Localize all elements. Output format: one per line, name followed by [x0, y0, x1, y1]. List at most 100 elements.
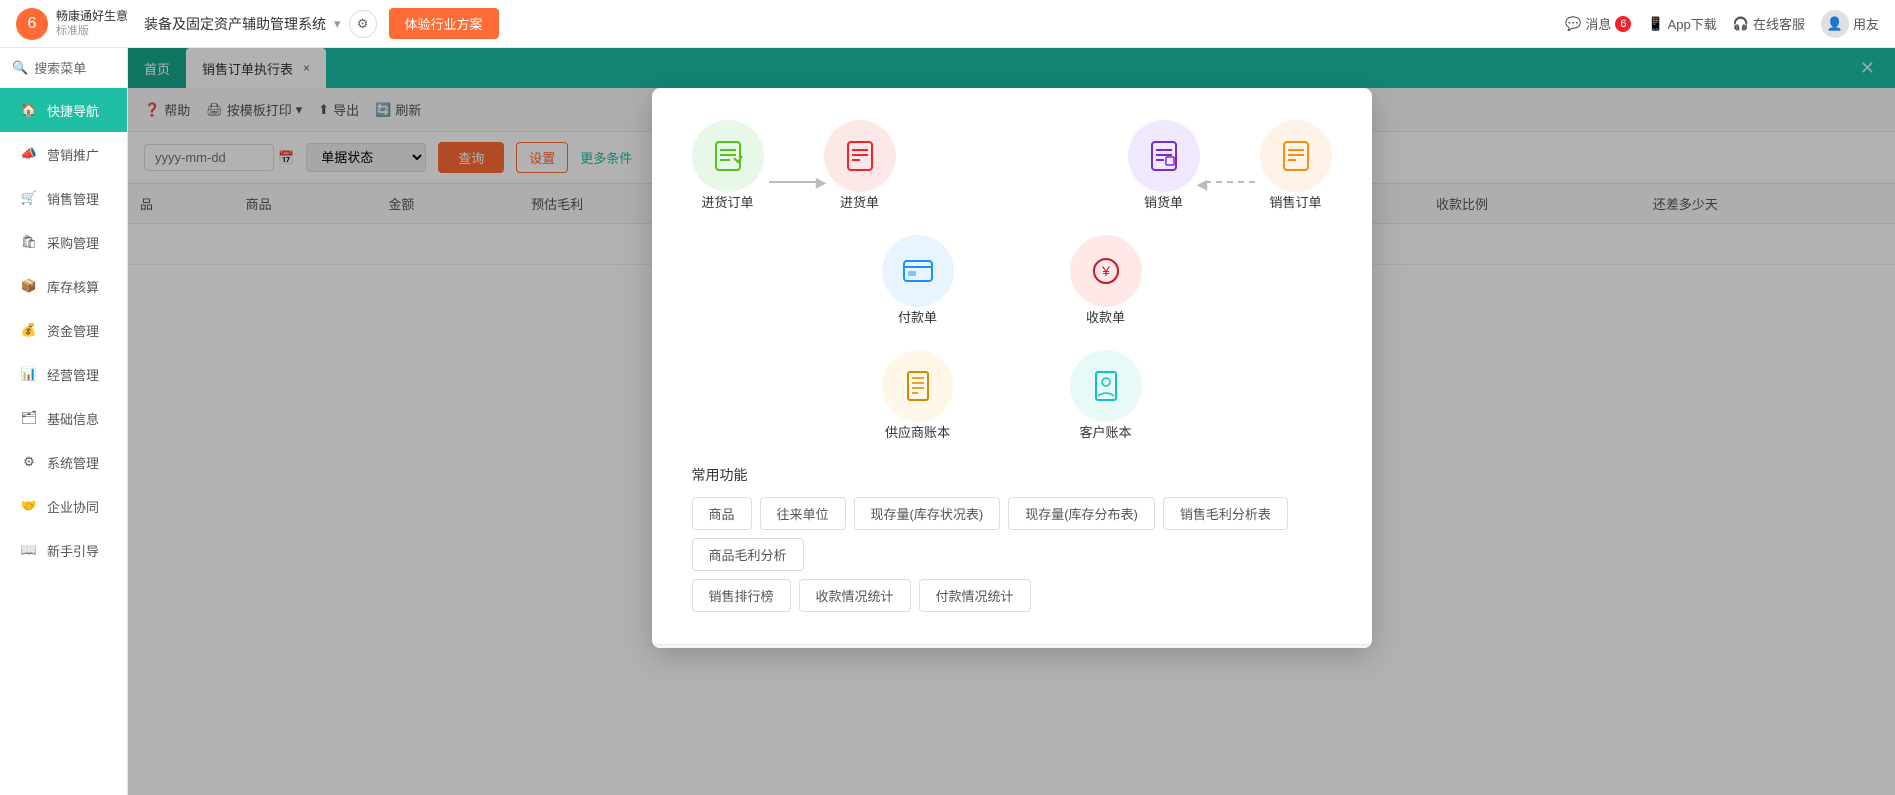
- logo-text: 畅康通好生意 标准版: [56, 9, 128, 39]
- btn-receipt-stat[interactable]: 收款情况统计: [799, 579, 911, 612]
- spacer-3-0: [692, 350, 822, 441]
- top-bar: 6 畅康通好生意 标准版 装备及固定资产辅助管理系统 ▾ ⚙ 体验行业方案 💬 …: [0, 0, 1895, 48]
- sales-bill-icon[interactable]: [1128, 120, 1200, 192]
- sidebar-search[interactable]: 🔍 搜索菜单: [0, 48, 127, 88]
- btn-goods[interactable]: 商品: [692, 497, 752, 530]
- btn-goods-profit[interactable]: 商品毛利分析: [692, 538, 804, 571]
- app-download-item[interactable]: 📱 App下载: [1647, 14, 1716, 33]
- modal-content: 进货订单 ▶: [652, 88, 1372, 644]
- spacer-2-arrow2: [1142, 235, 1202, 326]
- flow-section: 进货订单 ▶: [692, 120, 1332, 441]
- spacer-3-end: [1202, 350, 1332, 441]
- receipt-bill-label: 收款单: [1086, 307, 1125, 326]
- arrow-purchase: ▶: [764, 181, 824, 211]
- main-area: 🔍 搜索菜单 🏠 快捷导航 📣 营销推广 🛒 销售管理 🛍 采购管理 📦: [0, 48, 1895, 795]
- app-container: 6 畅康通好生意 标准版 装备及固定资产辅助管理系统 ▾ ⚙ 体验行业方案 💬 …: [0, 0, 1895, 795]
- customer-ledger-label: 客户账本: [1079, 422, 1131, 441]
- btn-payment-stat[interactable]: 付款情况统计: [919, 579, 1031, 612]
- btn-sales-profit[interactable]: 销售毛利分析表: [1163, 497, 1288, 530]
- purchase-order-label: 进货订单: [701, 192, 753, 211]
- avatar: 👤: [1821, 10, 1849, 38]
- supplier-ledger-node: 供应商账本: [882, 350, 954, 441]
- system-title: 装备及固定资产辅助管理系统: [144, 14, 326, 34]
- purchase-bill-node: 进货单: [824, 120, 896, 211]
- home-icon: 🏠: [19, 100, 39, 120]
- logo-area: 6 畅康通好生意 标准版: [16, 8, 128, 40]
- btn-partners[interactable]: 往来单位: [760, 497, 846, 530]
- message-item[interactable]: 💬 消息 6: [1565, 14, 1631, 33]
- message-icon: 💬: [1565, 16, 1581, 32]
- scroll-right-arrow[interactable]: ▶: [1354, 648, 1363, 649]
- common-buttons-row-1: 商品 往来单位 现存量(库存状况表) 现存量(库存分布表) 销售毛利分析表 商品…: [692, 497, 1332, 571]
- search-icon: 🔍: [12, 60, 28, 76]
- sidebar-item-basic-info[interactable]: 🗂 基础信息: [0, 396, 127, 440]
- btn-stock-dist[interactable]: 现存量(库存分布表): [1008, 497, 1155, 530]
- sales-icon: 🛒: [19, 188, 39, 208]
- trial-button[interactable]: 体验行业方案: [389, 8, 499, 39]
- top-bar-right: 💬 消息 6 📱 App下载 🎧 在线客服 👤 用友: [1565, 10, 1879, 38]
- marketing-icon: 📣: [19, 144, 39, 164]
- customer-ledger-node: 客户账本: [1070, 350, 1142, 441]
- phone-icon: 📱: [1647, 16, 1663, 32]
- sales-order-label: 销售订单: [1269, 192, 1321, 211]
- spacer-2-end: [1202, 235, 1332, 326]
- sidebar-item-corp-collab[interactable]: 🤝 企业协同: [0, 484, 127, 528]
- common-section: 常用功能 商品 往来单位 现存量(库存状况表) 现存量(库存分布表) 销售毛利分…: [692, 465, 1332, 612]
- sales-bill-label: 销货单: [1144, 192, 1183, 211]
- purchase-order-icon[interactable]: [692, 120, 764, 192]
- supplier-ledger-icon[interactable]: [882, 350, 954, 422]
- arrow-sales: ◀: [1200, 181, 1260, 211]
- flow-row-3: 供应商账本 客户账本: [692, 350, 1332, 441]
- sales-order-icon[interactable]: [1260, 120, 1332, 192]
- scroll-left-arrow[interactable]: ◀: [660, 648, 669, 649]
- basic-info-icon: 🗂: [19, 408, 39, 428]
- inventory-icon: 📦: [19, 276, 39, 296]
- customer-ledger-icon[interactable]: [1070, 350, 1142, 422]
- operations-icon: 📊: [19, 364, 39, 384]
- common-buttons-row-2: 销售排行榜 收款情况统计 付款情况统计: [692, 579, 1332, 612]
- sidebar-item-inventory[interactable]: 📦 库存核算: [0, 264, 127, 308]
- payment-bill-node: 付款单: [882, 235, 954, 326]
- quick-nav-modal: 进货订单 ▶: [652, 88, 1372, 648]
- btn-stock-status[interactable]: 现存量(库存状况表): [854, 497, 1001, 530]
- sidebar-item-purchase[interactable]: 🛍 采购管理: [0, 220, 127, 264]
- receipt-bill-icon[interactable]: ¥: [1070, 235, 1142, 307]
- sidebar-item-new-guide[interactable]: 📖 新手引导: [0, 528, 127, 572]
- headset-icon: 🎧: [1733, 16, 1749, 32]
- user-name: 用友: [1853, 14, 1879, 33]
- purchase-bill-icon[interactable]: [824, 120, 896, 192]
- purchase-icon: 🛍: [19, 232, 39, 252]
- settings-icon[interactable]: ⚙: [349, 10, 377, 38]
- common-functions-title: 常用功能: [692, 465, 1332, 485]
- guide-icon: 📖: [19, 540, 39, 560]
- logo-icon: 6: [16, 8, 48, 40]
- purchase-bill-label: 进货单: [840, 192, 879, 211]
- corp-icon: 🤝: [19, 496, 39, 516]
- sidebar-item-marketing[interactable]: 📣 营销推广: [0, 132, 127, 176]
- spacer-3-mid: [954, 350, 1070, 441]
- btn-sales-rank[interactable]: 销售排行榜: [692, 579, 791, 612]
- flow-row-2: 付款单 ¥ 收款单: [692, 235, 1332, 326]
- modal-overlay[interactable]: 进货订单 ▶: [128, 48, 1895, 795]
- spacer-2-mid: [954, 235, 1070, 326]
- svg-text:¥: ¥: [1101, 263, 1110, 279]
- dropdown-icon[interactable]: ▾: [334, 16, 341, 32]
- system-icon: ⚙: [19, 452, 39, 472]
- sidebar-item-sales[interactable]: 🛒 销售管理: [0, 176, 127, 220]
- spacer-3-arrow: [822, 350, 882, 441]
- spacer-2-arrow: [822, 235, 882, 326]
- sidebar-item-finance[interactable]: 💰 资金管理: [0, 308, 127, 352]
- modal-scrollbar[interactable]: ◀ ▶: [652, 644, 1372, 648]
- spacer-3-arrow2: [1142, 350, 1202, 441]
- sidebar-item-system[interactable]: ⚙ 系统管理: [0, 440, 127, 484]
- spacer-2-0: [692, 235, 822, 326]
- online-service-item[interactable]: 🎧 在线客服: [1733, 14, 1805, 33]
- sidebar-item-quick-nav[interactable]: 🏠 快捷导航: [0, 88, 127, 132]
- payment-bill-icon[interactable]: [882, 235, 954, 307]
- user-item[interactable]: 👤 用友: [1821, 10, 1879, 38]
- sales-order-node: 销售订单: [1260, 120, 1332, 211]
- flow-row-1: 进货订单 ▶: [692, 120, 1332, 211]
- sidebar-item-operations[interactable]: 📊 经营管理: [0, 352, 127, 396]
- receipt-bill-node: ¥ 收款单: [1070, 235, 1142, 326]
- sidebar: 🔍 搜索菜单 🏠 快捷导航 📣 营销推广 🛒 销售管理 🛍 采购管理 📦: [0, 48, 128, 795]
